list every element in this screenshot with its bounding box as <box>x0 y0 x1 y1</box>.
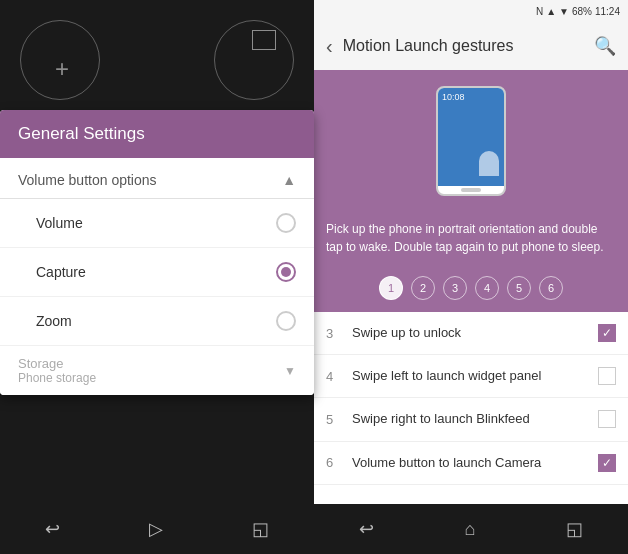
phone-touch-gesture <box>479 151 499 176</box>
battery-icon: 68% <box>572 6 592 17</box>
gesture-checkbox-3[interactable] <box>598 324 616 342</box>
radio-zoom[interactable]: Zoom <box>0 297 314 346</box>
dot-indicators: 1 2 3 4 5 6 <box>314 268 628 312</box>
dot-2[interactable]: 2 <box>411 276 435 300</box>
back-nav-icon[interactable]: ↩ <box>45 518 60 540</box>
gesture-text-3: Swipe up to unlock <box>352 324 586 342</box>
radio-zoom-label: Zoom <box>36 313 72 329</box>
radio-zoom-circle[interactable] <box>276 311 296 331</box>
radio-capture-circle[interactable] <box>276 262 296 282</box>
time-display: 11:24 <box>595 6 620 17</box>
dot-1[interactable]: 1 <box>379 276 403 300</box>
home-nav-icon[interactable]: ▷ <box>149 518 163 540</box>
gesture-checkbox-6[interactable] <box>598 454 616 472</box>
recent-nav-icon[interactable]: ◱ <box>252 518 269 540</box>
viewfinder-rect <box>252 30 276 50</box>
gesture-item-5: 5 Swipe right to launch Blinkfeed <box>314 398 628 441</box>
back-arrow-icon[interactable]: ‹ <box>326 35 333 58</box>
radio-volume-label: Volume <box>36 215 83 231</box>
camera-viewfinder: + General Settings Volume button options… <box>0 0 314 554</box>
viewfinder-plus-icon: + <box>55 55 69 83</box>
gesture-number-4: 4 <box>326 369 340 384</box>
gesture-number-6: 6 <box>326 455 340 470</box>
phone-mockup: 10:08 <box>436 86 506 196</box>
dialog-title: General Settings <box>0 110 314 158</box>
radio-volume-circle[interactable] <box>276 213 296 233</box>
nfc-icon: N <box>536 6 543 17</box>
general-settings-dialog: General Settings Volume button options ▲… <box>0 110 314 395</box>
left-bottom-nav: ↩ ▷ ◱ <box>0 504 314 554</box>
gesture-text-6: Volume button to launch Camera <box>352 454 586 472</box>
right-back-icon[interactable]: ↩ <box>359 518 374 540</box>
signal-icon: ▲ <box>546 6 556 17</box>
gesture-text-5: Swipe right to launch Blinkfeed <box>352 410 586 428</box>
storage-section[interactable]: Storage Phone storage ▼ <box>0 346 314 395</box>
app-bar-title: Motion Launch gestures <box>343 37 584 55</box>
section-title: Volume button options <box>18 172 157 188</box>
phone-time: 10:08 <box>442 92 465 102</box>
phone-screen: 10:08 <box>438 88 504 186</box>
gesture-checkbox-5[interactable] <box>598 410 616 428</box>
dot-3[interactable]: 3 <box>443 276 467 300</box>
right-bottom-nav: ↩ ⌂ ◱ <box>314 504 628 554</box>
phone-image-container: 10:08 <box>314 70 628 212</box>
search-icon[interactable]: 🔍 <box>594 35 616 57</box>
gesture-text-4: Swipe left to launch widget panel <box>352 367 586 385</box>
phone-home-button <box>461 188 481 192</box>
gesture-item-4: 4 Swipe left to launch widget panel <box>314 355 628 398</box>
gesture-description: Pick up the phone in portrait orientatio… <box>314 212 628 268</box>
dot-5[interactable]: 5 <box>507 276 531 300</box>
app-bar: ‹ Motion Launch gestures 🔍 <box>314 22 628 70</box>
wifi-icon: ▼ <box>559 6 569 17</box>
dot-6[interactable]: 6 <box>539 276 563 300</box>
right-panel: N ▲ ▼ 68% 11:24 ‹ Motion Launch gestures… <box>314 0 628 554</box>
status-icons: N ▲ ▼ 68% 11:24 <box>536 6 620 17</box>
gestures-list: 3 Swipe up to unlock 4 Swipe left to lau… <box>314 312 628 504</box>
gesture-number-5: 5 <box>326 412 340 427</box>
gesture-item-3: 3 Swipe up to unlock <box>314 312 628 355</box>
status-bar: N ▲ ▼ 68% 11:24 <box>314 0 628 22</box>
dialog-content: Volume button options ▲ Volume Capture Z… <box>0 158 314 395</box>
gesture-item-6: 6 Volume button to launch Camera <box>314 442 628 485</box>
gesture-checkbox-4[interactable] <box>598 367 616 385</box>
radio-capture[interactable]: Capture <box>0 248 314 297</box>
storage-label: Storage <box>18 356 96 371</box>
chevron-up-icon: ▲ <box>282 172 296 188</box>
storage-value: Phone storage <box>18 371 96 385</box>
radio-capture-label: Capture <box>36 264 86 280</box>
dot-4[interactable]: 4 <box>475 276 499 300</box>
storage-chevron-icon: ▼ <box>284 364 296 378</box>
right-home-icon[interactable]: ⌂ <box>465 519 476 540</box>
right-recent-icon[interactable]: ◱ <box>566 518 583 540</box>
radio-volume[interactable]: Volume <box>0 199 314 248</box>
volume-section-header[interactable]: Volume button options ▲ <box>0 158 314 199</box>
left-panel: + General Settings Volume button options… <box>0 0 314 554</box>
gesture-number-3: 3 <box>326 326 340 341</box>
